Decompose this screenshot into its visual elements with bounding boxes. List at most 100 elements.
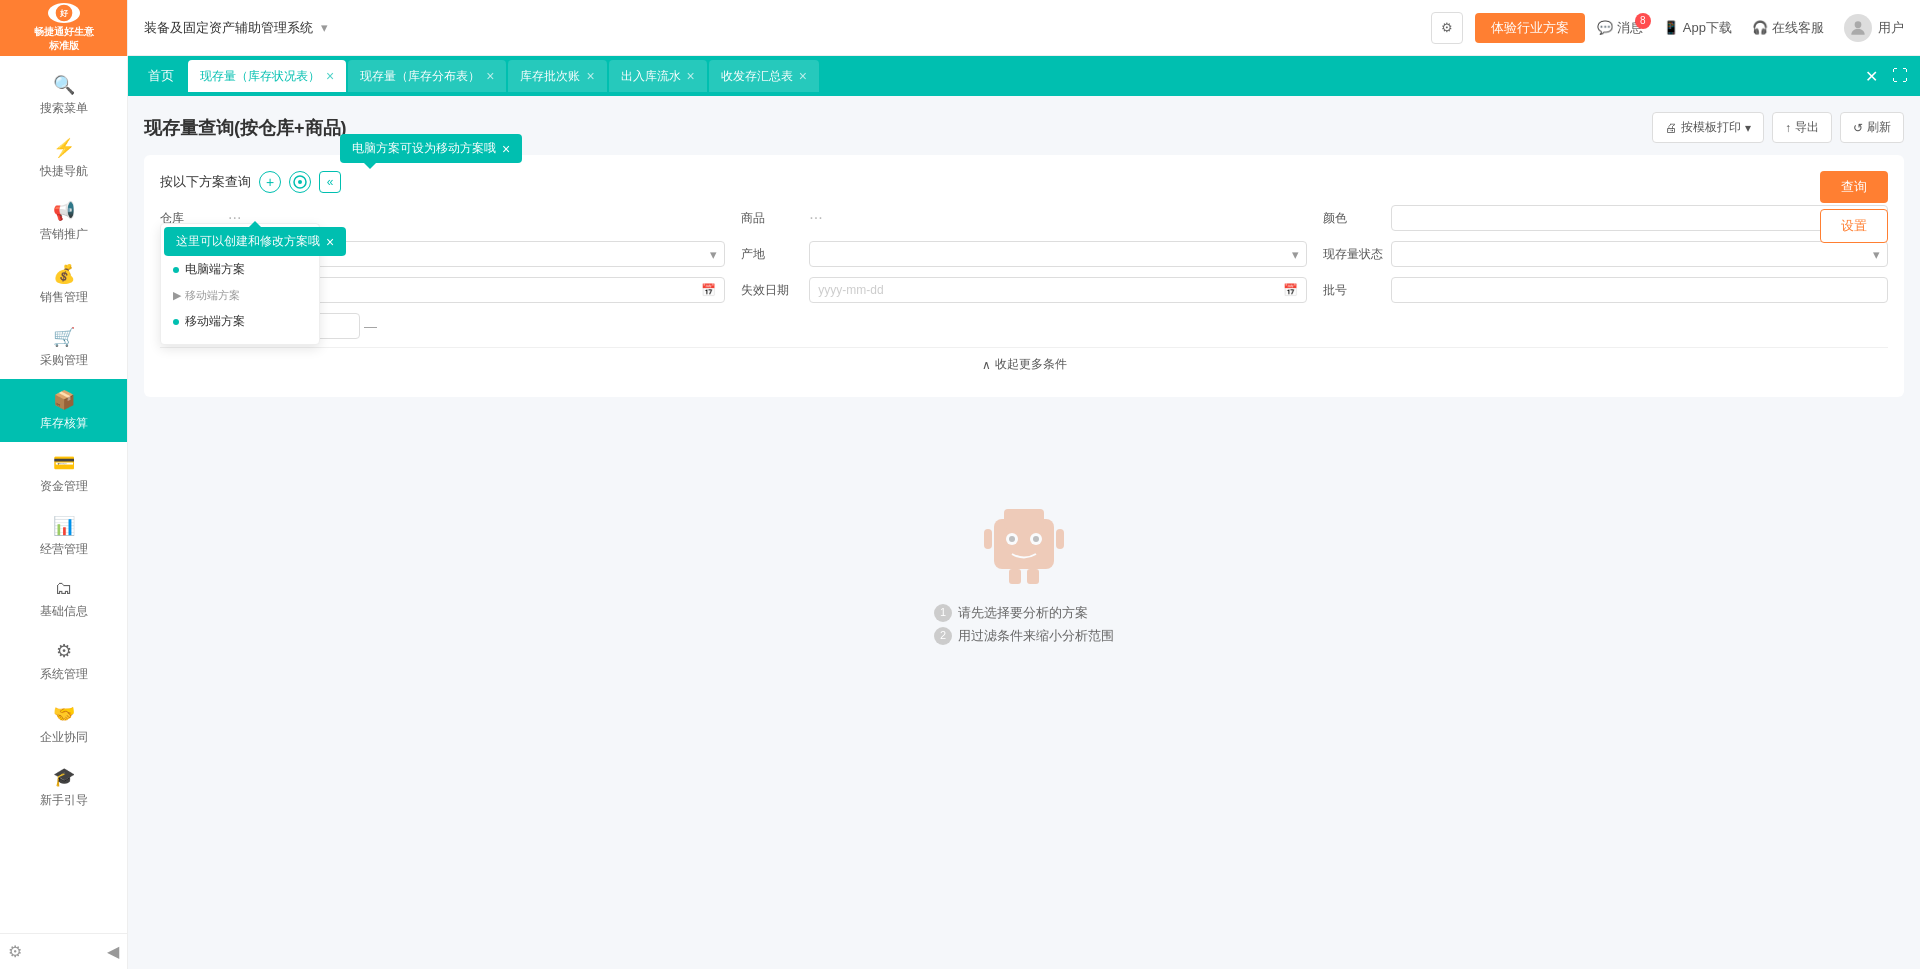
expire-date-label: 失效日期 <box>741 282 801 299</box>
sidebar-item-guide[interactable]: 🎓 新手引导 <box>0 756 127 819</box>
batch-input[interactable] <box>1391 277 1888 303</box>
sidebar-item-sales[interactable]: 💰 销售管理 <box>0 253 127 316</box>
app-download-btn[interactable]: 📱 App下载 <box>1663 19 1732 37</box>
scheme-circle-btn[interactable] <box>289 171 311 193</box>
handshake-icon: 🤝 <box>53 703 75 725</box>
filter-box: 按以下方案查询 + « 电脑方案可设为移动方案哦 × <box>144 155 1904 397</box>
tab-summary[interactable]: 收发存汇总表 × <box>709 60 819 92</box>
tab-home[interactable]: 首页 <box>136 60 186 92</box>
origin-select[interactable] <box>809 241 1306 267</box>
sidebar-item-quicknav[interactable]: ⚡ 快捷导航 <box>0 127 127 190</box>
query-btn[interactable]: 查询 <box>1820 171 1888 203</box>
scheme-item-pc[interactable]: 电脑端方案 <box>161 255 319 284</box>
sidebar-item-search[interactable]: 🔍 搜索菜单 <box>0 64 127 127</box>
svg-rect-14 <box>1027 569 1039 584</box>
box-icon: 📦 <box>53 389 75 411</box>
folder-icon: 🗂 <box>55 578 73 599</box>
add-scheme-btn[interactable]: + <box>259 171 281 193</box>
chevron-down-icon[interactable]: ▾ <box>321 20 328 35</box>
app-name: 畅捷通好生意 <box>34 25 94 39</box>
filter-row-1: 仓库 ··· 商品 ··· 颜色 <box>160 205 1888 231</box>
sidebar-item-purchase[interactable]: 🛒 采购管理 <box>0 316 127 379</box>
settings-button[interactable]: ⚙ <box>1431 12 1463 44</box>
tab-close-icon[interactable]: × <box>486 68 494 84</box>
sidebar-item-label: 系统管理 <box>40 666 88 683</box>
reset-btn[interactable]: 设置 <box>1820 209 1888 243</box>
filter-row-3: 生产日期 yyyy-mm-dd 📅 失效日期 yyyy-mm-dd 📅 <box>160 277 1888 303</box>
scheme-item-label: 电脑端方案 <box>185 261 245 278</box>
tooltip-text: 电脑方案可设为移动方案哦 <box>352 140 496 157</box>
stock-range-dash: — <box>364 319 377 334</box>
sidebar-item-label: 搜索菜单 <box>40 100 88 117</box>
sidebar-item-finance[interactable]: 💳 资金管理 <box>0 442 127 505</box>
sidebar-item-label: 基础信息 <box>40 603 88 620</box>
industry-btn[interactable]: 体验行业方案 <box>1475 13 1585 43</box>
tab-close-icon[interactable]: × <box>799 68 807 84</box>
tab-batch[interactable]: 库存批次账 × <box>508 60 606 92</box>
tooltip-edit-close-btn[interactable]: × <box>326 234 334 250</box>
message-icon: 💬 <box>1597 20 1613 35</box>
export-label: 导出 <box>1795 119 1819 136</box>
collapse-label: 收起更多条件 <box>995 356 1067 373</box>
svg-rect-13 <box>1009 569 1021 584</box>
tooltip-close-btn[interactable]: × <box>502 141 510 157</box>
goods-dots[interactable]: ··· <box>809 209 822 227</box>
print-btn[interactable]: 🖨 按模板打印 ▾ <box>1652 112 1764 143</box>
sidebar-item-label: 营销推广 <box>40 226 88 243</box>
sidebar-item-basic-info[interactable]: 🗂 基础信息 <box>0 568 127 630</box>
tab-inventory-status[interactable]: 现存量（库存状况表） × <box>188 60 346 92</box>
collapse-icon[interactable]: ◀ <box>107 942 119 961</box>
tab-close-all-icon[interactable]: ✕ <box>1861 63 1882 90</box>
sidebar-item-system[interactable]: ⚙ 系统管理 <box>0 630 127 693</box>
scheme-group-mobile: ▶ 移动端方案 <box>161 284 319 307</box>
user-label: 用户 <box>1878 19 1904 37</box>
svg-rect-12 <box>1056 529 1064 549</box>
collapse-bar: ∧ 收起更多条件 <box>160 347 1888 381</box>
svg-rect-6 <box>1004 509 1044 529</box>
chevron-up-icon: ∧ <box>982 358 991 372</box>
expire-date-placeholder: yyyy-mm-dd <box>818 283 883 297</box>
main-area: 装备及固定资产辅助管理系统 ▾ ⚙ 体验行业方案 💬 消息 8 📱 App下载 … <box>128 0 1920 969</box>
sidebar-item-label: 快捷导航 <box>40 163 88 180</box>
refresh-btn[interactable]: ↺ 刷新 <box>1840 112 1904 143</box>
sidebar-item-inventory[interactable]: 📦 库存核算 <box>0 379 127 442</box>
expire-date-input[interactable]: yyyy-mm-dd 📅 <box>809 277 1306 303</box>
calendar-icon[interactable]: 📅 <box>1283 283 1298 297</box>
service-icon: 🎧 <box>1752 20 1768 35</box>
megaphone-icon: 📢 <box>53 200 75 222</box>
tab-close-icon[interactable]: × <box>687 68 695 84</box>
tip-num-2: 2 <box>934 627 952 645</box>
filter-origin: 产地 <box>741 241 1306 267</box>
calendar-icon[interactable]: 📅 <box>701 283 716 297</box>
card-icon: 💳 <box>53 452 75 474</box>
content-inner: 现存量查询(按仓库+商品) 🖨 按模板打印 ▾ ↑ 导出 ↺ 刷新 <box>128 96 1920 744</box>
tip-text-2: 用过滤条件来缩小分析范围 <box>958 624 1114 647</box>
sidebar-item-label: 企业协同 <box>40 729 88 746</box>
dot-icon <box>173 267 179 273</box>
scheme-arrow-btn[interactable]: « <box>319 171 341 193</box>
sidebar-item-collab[interactable]: 🤝 企业协同 <box>0 693 127 756</box>
filter-expire-date: 失效日期 yyyy-mm-dd 📅 <box>741 277 1306 303</box>
content-area: 现存量查询(按仓库+商品) 🖨 按模板打印 ▾ ↑ 导出 ↺ 刷新 <box>128 96 1920 969</box>
tab-inventory-dist[interactable]: 现存量（库存分布表） × <box>348 60 506 92</box>
sidebar-bottom: ⚙ ◀ <box>0 933 127 969</box>
tab-expand-icon[interactable]: ⛶ <box>1888 63 1912 90</box>
sidebar-item-label: 经营管理 <box>40 541 88 558</box>
collapse-btn[interactable]: ∧ 收起更多条件 <box>982 356 1067 373</box>
chart-icon: 📊 <box>53 515 75 537</box>
export-btn[interactable]: ↑ 导出 <box>1772 112 1832 143</box>
tab-close-icon[interactable]: × <box>326 68 334 84</box>
user-btn[interactable]: 用户 <box>1844 14 1904 42</box>
stock-status-select[interactable] <box>1391 241 1888 267</box>
tab-flow[interactable]: 出入库流水 × <box>609 60 707 92</box>
scheme-item-label: 移动端方案 <box>185 313 245 330</box>
scheme-item-mobile[interactable]: 移动端方案 <box>161 307 319 336</box>
sidebar-item-management[interactable]: 📊 经营管理 <box>0 505 127 568</box>
settings-icon[interactable]: ⚙ <box>8 942 22 961</box>
color-select[interactable] <box>1391 205 1888 231</box>
tab-close-icon[interactable]: × <box>586 68 594 84</box>
message-btn[interactable]: 💬 消息 8 <box>1597 19 1643 37</box>
sidebar-item-marketing[interactable]: 📢 营销推广 <box>0 190 127 253</box>
origin-label: 产地 <box>741 246 801 263</box>
online-service-btn[interactable]: 🎧 在线客服 <box>1752 19 1824 37</box>
